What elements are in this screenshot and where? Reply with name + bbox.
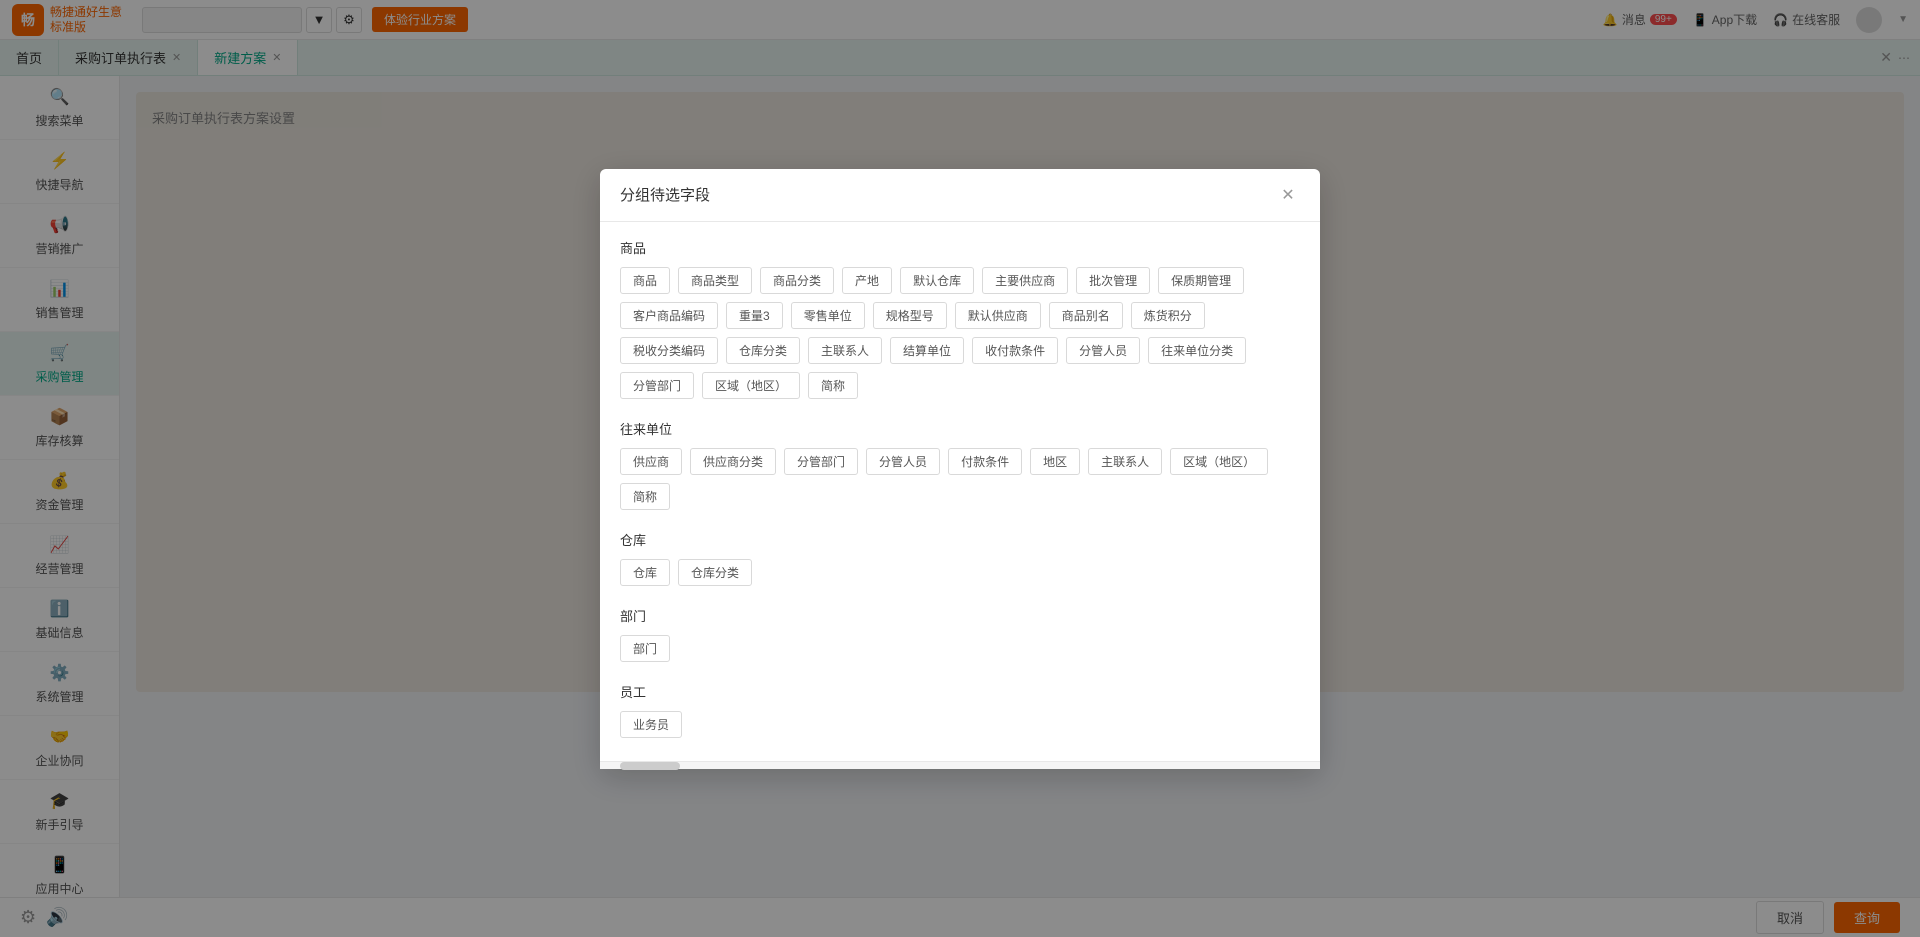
field-supplier[interactable]: 供应商 xyxy=(620,448,682,475)
field-product-category[interactable]: 商品分类 xyxy=(760,267,834,294)
field-region-contact[interactable]: 区域（地区） xyxy=(1170,448,1268,475)
field-abbreviation-contact[interactable]: 简称 xyxy=(620,483,670,510)
field-area[interactable]: 地区 xyxy=(1030,448,1080,475)
section-warehouse-title: 仓库 xyxy=(620,530,1300,549)
section-product-fields: 商品 商品类型 商品分类 产地 默认仓库 主要供应商 批次管理 保质期管理 客户… xyxy=(620,267,1300,399)
field-retail-unit[interactable]: 零售单位 xyxy=(791,302,865,329)
field-settlement-unit[interactable]: 结算单位 xyxy=(890,337,964,364)
field-main-contact-contact[interactable]: 主联系人 xyxy=(1088,448,1162,475)
field-expiry-management[interactable]: 保质期管理 xyxy=(1158,267,1244,294)
section-employee: 员工 业务员 xyxy=(620,682,1300,738)
field-customer-product-code[interactable]: 客户商品编码 xyxy=(620,302,718,329)
section-product: 商品 商品 商品类型 商品分类 产地 默认仓库 主要供应商 批次管理 保质期管理… xyxy=(620,238,1300,399)
field-main-contact[interactable]: 主联系人 xyxy=(808,337,882,364)
section-contacts-title: 往来单位 xyxy=(620,419,1300,438)
modal-close-button[interactable]: ✕ xyxy=(1276,183,1300,207)
section-department-title: 部门 xyxy=(620,606,1300,625)
field-tax-class-code[interactable]: 税收分类编码 xyxy=(620,337,718,364)
section-warehouse-fields: 仓库 仓库分类 xyxy=(620,559,1300,586)
field-warehouse-category2[interactable]: 仓库分类 xyxy=(678,559,752,586)
section-employee-fields: 业务员 xyxy=(620,711,1300,738)
section-department: 部门 部门 xyxy=(620,606,1300,662)
section-product-title: 商品 xyxy=(620,238,1300,257)
modal-overlay: 分组待选字段 ✕ 商品 商品 商品类型 商品分类 产地 默认仓库 主要供应商 批… xyxy=(0,0,1920,937)
field-managing-dept-contact[interactable]: 分管部门 xyxy=(784,448,858,475)
section-warehouse: 仓库 仓库 仓库分类 xyxy=(620,530,1300,586)
modal-body[interactable]: 商品 商品 商品类型 商品分类 产地 默认仓库 主要供应商 批次管理 保质期管理… xyxy=(600,222,1320,761)
field-batch-management[interactable]: 批次管理 xyxy=(1076,267,1150,294)
field-manager[interactable]: 分管人员 xyxy=(1066,337,1140,364)
modal-scrollbar-thumb[interactable] xyxy=(620,762,680,770)
modal-title: 分组待选字段 xyxy=(620,184,710,205)
field-product-alias[interactable]: 商品别名 xyxy=(1049,302,1123,329)
field-warehouse[interactable]: 仓库 xyxy=(620,559,670,586)
field-abbreviation-product[interactable]: 简称 xyxy=(808,372,858,399)
field-payment-condition[interactable]: 付款条件 xyxy=(948,448,1022,475)
section-department-fields: 部门 xyxy=(620,635,1300,662)
field-select-modal: 分组待选字段 ✕ 商品 商品 商品类型 商品分类 产地 默认仓库 主要供应商 批… xyxy=(600,169,1320,769)
field-managing-person-contact[interactable]: 分管人员 xyxy=(866,448,940,475)
modal-horizontal-scrollbar[interactable] xyxy=(600,761,1320,769)
section-contacts: 往来单位 供应商 供应商分类 分管部门 分管人员 付款条件 地区 主联系人 区域… xyxy=(620,419,1300,510)
field-default-warehouse[interactable]: 默认仓库 xyxy=(900,267,974,294)
modal-header: 分组待选字段 ✕ xyxy=(600,169,1320,222)
field-spec-model[interactable]: 规格型号 xyxy=(873,302,947,329)
field-product-type[interactable]: 商品类型 xyxy=(678,267,752,294)
section-employee-title: 员工 xyxy=(620,682,1300,701)
field-payment-terms[interactable]: 收付款条件 xyxy=(972,337,1058,364)
field-department[interactable]: 部门 xyxy=(620,635,670,662)
field-default-supplier[interactable]: 默认供应商 xyxy=(955,302,1041,329)
field-origin[interactable]: 产地 xyxy=(842,267,892,294)
field-warehouse-category[interactable]: 仓库分类 xyxy=(726,337,800,364)
section-contacts-fields: 供应商 供应商分类 分管部门 分管人员 付款条件 地区 主联系人 区域（地区） … xyxy=(620,448,1300,510)
field-contact-category[interactable]: 往来单位分类 xyxy=(1148,337,1246,364)
field-supplier-category[interactable]: 供应商分类 xyxy=(690,448,776,475)
field-region-product[interactable]: 区域（地区） xyxy=(702,372,800,399)
field-salesperson[interactable]: 业务员 xyxy=(620,711,682,738)
field-refine-points[interactable]: 炼货积分 xyxy=(1131,302,1205,329)
field-managing-dept[interactable]: 分管部门 xyxy=(620,372,694,399)
field-product[interactable]: 商品 xyxy=(620,267,670,294)
field-main-supplier[interactable]: 主要供应商 xyxy=(982,267,1068,294)
close-icon: ✕ xyxy=(1281,185,1294,205)
field-weight3[interactable]: 重量3 xyxy=(726,302,783,329)
